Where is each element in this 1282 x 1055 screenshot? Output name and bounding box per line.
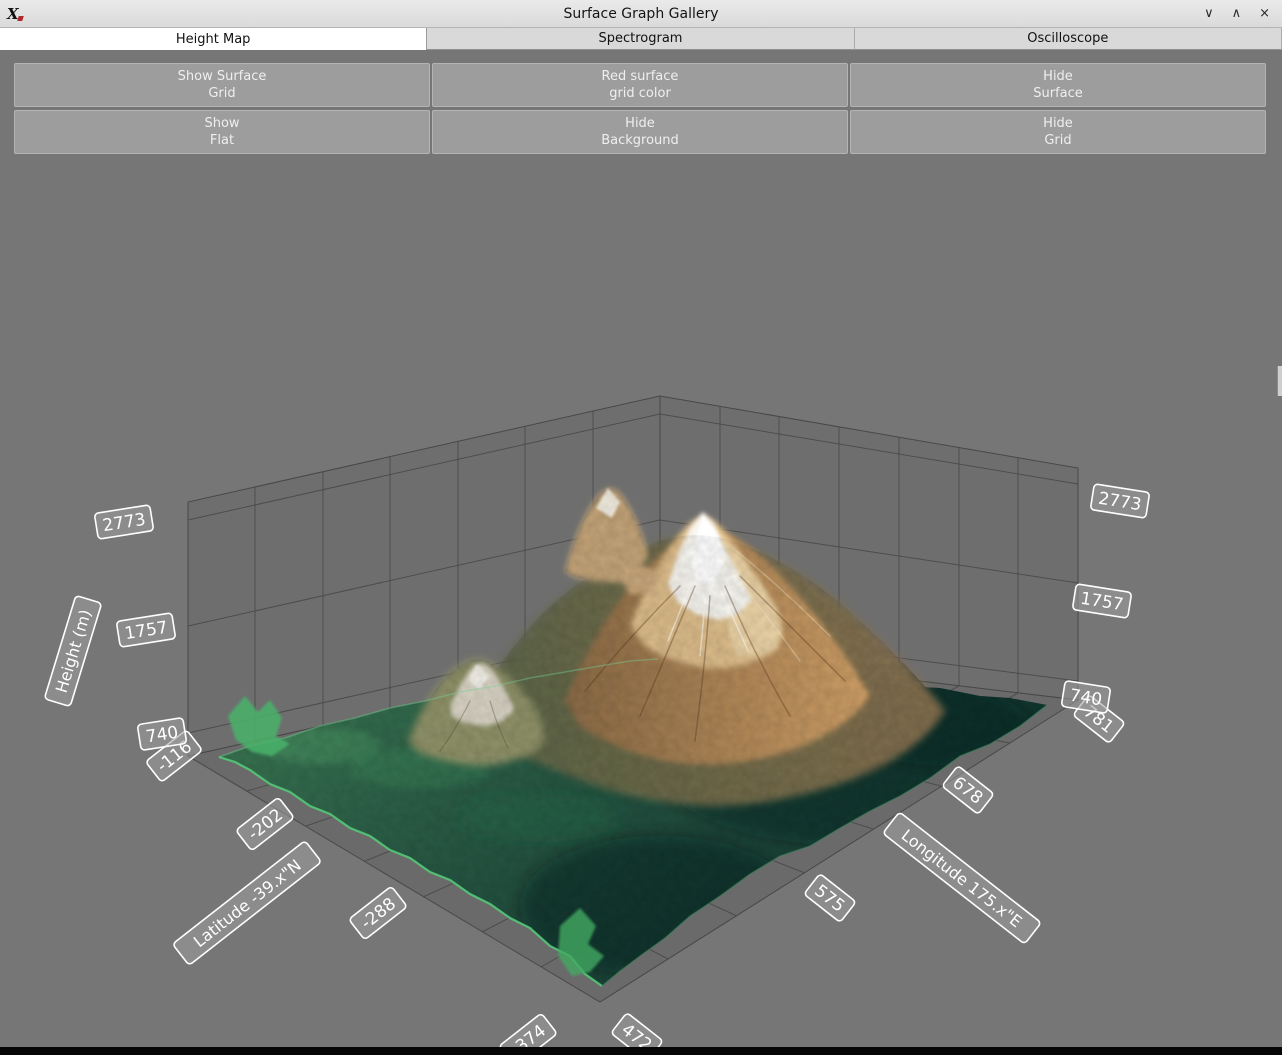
show-surface-grid-button[interactable]: Show Surface Grid [14,63,430,107]
svg-text:Latitude -39.x"N: Latitude -39.x"N [190,856,305,952]
tab-spectrogram[interactable]: Spectrogram [427,28,854,50]
surface-controls-toolbar: Show Surface Grid Red surface grid color… [0,50,1282,156]
close-button[interactable]: × [1259,0,1270,28]
hide-background-button[interactable]: Hide Background [432,110,848,154]
height-tick-label: 740 [1061,681,1111,714]
window-edge-artifact [1277,366,1282,396]
latitude-tick-label: -288 [349,886,408,940]
svg-text:Longitude 175.x"E: Longitude 175.x"E [898,826,1026,932]
titlebar[interactable]: X Surface Graph Gallery ∨ ∧ × [0,0,1282,28]
taskbar-strip [0,1047,1282,1055]
window-title: Surface Graph Gallery [0,6,1282,22]
longitude-tick-label: 575 [804,874,856,923]
height-tick-label: 2773 [94,505,153,539]
latitude-tick-label: -202 [236,797,295,851]
height-tick-label: 1757 [1072,584,1131,618]
window-controls: ∨ ∧ × [1204,0,1282,28]
height-tick-label: 2773 [1090,484,1149,518]
height-axis-title-label: Height (m) [44,595,101,706]
hide-surface-button[interactable]: Hide Surface [850,63,1266,107]
latitude-tick-label: -374 [499,1013,558,1047]
latitude-axis-title-label: Latitude -39.x"N [172,841,321,966]
longitude-tick-label: 472 [611,1013,663,1047]
surface-3d-viewport[interactable]: Height (m) -116 2773 1757 740 781 2773 [0,156,1282,1047]
surface-grid-color-button[interactable]: Red surface grid color [432,63,848,107]
shade-button[interactable]: ∨ [1204,0,1214,28]
window-icon: X [7,6,23,22]
tab-bar: Height Map Spectrogram Oscilloscope [0,28,1282,50]
window-icon-glyph: X [7,6,23,22]
tab-oscilloscope[interactable]: Oscilloscope [855,28,1282,50]
maximize-button[interactable]: ∧ [1232,0,1242,28]
tab-height-map[interactable]: Height Map [0,28,427,50]
height-tick-label: 1757 [116,613,175,647]
surface-3d-plot: Height (m) -116 2773 1757 740 781 2773 [0,156,1282,1047]
longitude-axis-title-label: Longitude 175.x"E [883,812,1041,944]
show-flat-button[interactable]: Show Flat [14,110,430,154]
hide-grid-button[interactable]: Hide Grid [850,110,1266,154]
